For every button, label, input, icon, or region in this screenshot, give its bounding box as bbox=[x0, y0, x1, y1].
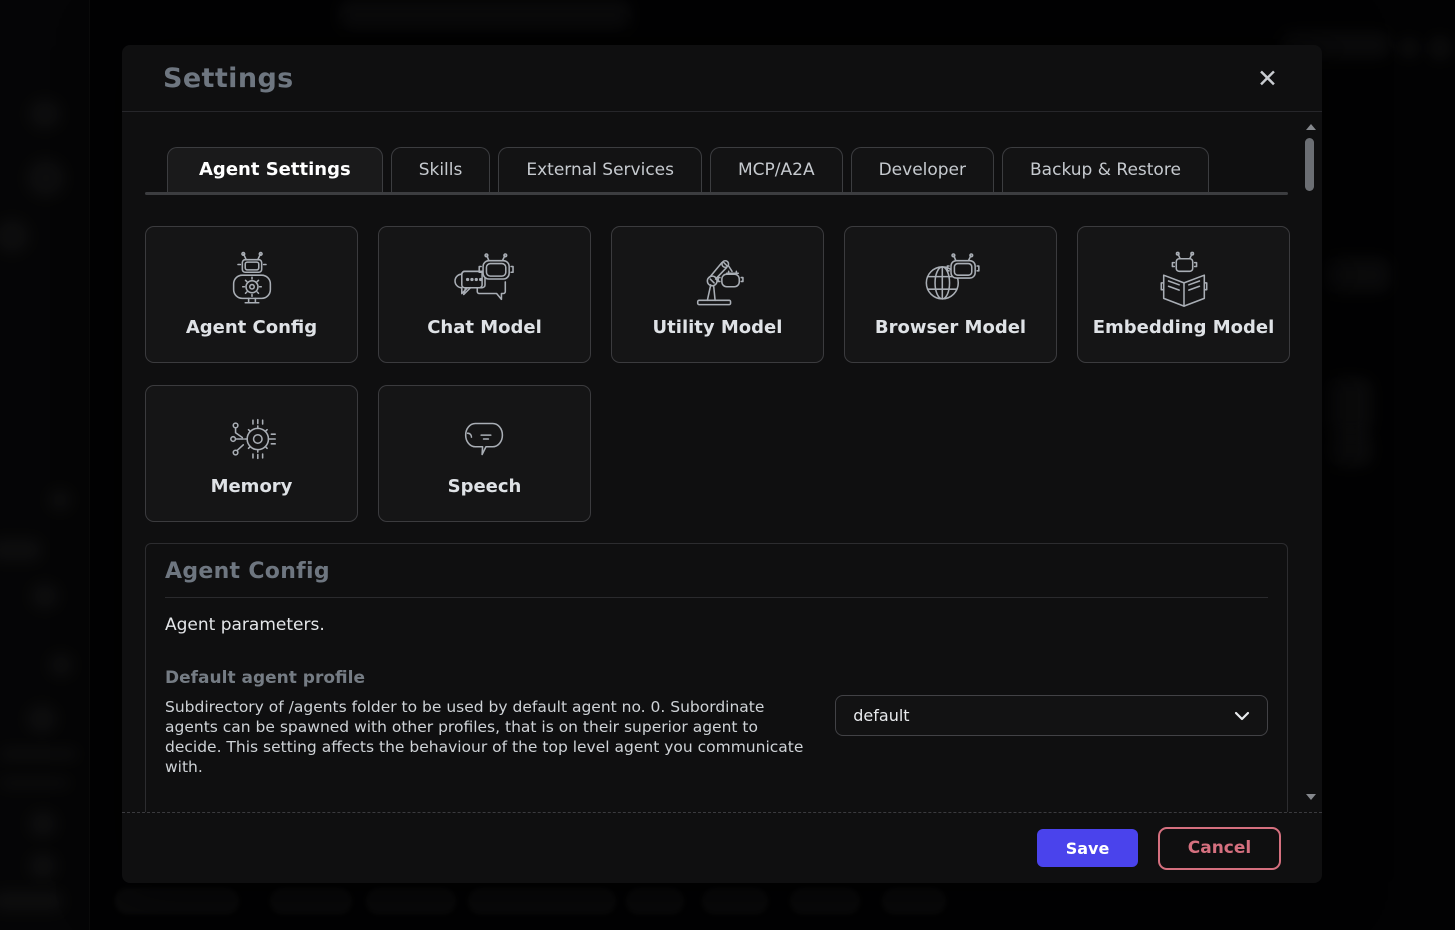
robot-arm-icon bbox=[687, 251, 749, 309]
section-title: Agent Config bbox=[165, 559, 1268, 584]
tab-bar: Agent Settings Skills External Services … bbox=[167, 147, 1288, 192]
card-label: Embedding Model bbox=[1093, 317, 1275, 338]
card-utility-model[interactable]: Utility Model bbox=[611, 226, 824, 363]
circuit-gear-icon bbox=[221, 410, 283, 468]
tab-skills[interactable]: Skills bbox=[391, 147, 491, 192]
modal-title: Settings bbox=[163, 63, 294, 94]
modal-footer: Save Cancel bbox=[122, 812, 1322, 883]
speech-bubble-icon bbox=[454, 410, 516, 468]
tab-bar-underline bbox=[145, 192, 1288, 195]
tab-mcp-a2a[interactable]: MCP/A2A bbox=[710, 147, 843, 192]
settings-modal: Settings ✕ Agent Settings Skills Externa… bbox=[122, 45, 1322, 883]
field-label: Default agent profile bbox=[165, 668, 805, 688]
card-memory[interactable]: Memory bbox=[145, 385, 358, 522]
robot-gear-icon bbox=[221, 251, 283, 309]
scroll-up-arrow-icon[interactable] bbox=[1306, 124, 1316, 130]
cancel-button[interactable]: Cancel bbox=[1158, 827, 1281, 870]
select-value: default bbox=[853, 706, 909, 725]
settings-card-grid: Agent Config bbox=[145, 226, 1288, 522]
scrollbar-thumb[interactable] bbox=[1305, 138, 1314, 191]
scroll-down-arrow-icon[interactable] bbox=[1306, 794, 1316, 800]
agent-config-section: Agent Config Agent parameters. Default a… bbox=[145, 543, 1288, 812]
chat-robot-icon bbox=[454, 251, 516, 309]
default-agent-profile-select[interactable]: default bbox=[835, 695, 1268, 736]
globe-robot-icon bbox=[920, 251, 982, 309]
modal-body: Agent Settings Skills External Services … bbox=[122, 112, 1322, 812]
card-label: Utility Model bbox=[653, 317, 783, 338]
tab-external-services[interactable]: External Services bbox=[498, 147, 702, 192]
tab-developer[interactable]: Developer bbox=[851, 147, 994, 192]
chevron-down-icon bbox=[1234, 706, 1250, 725]
default-agent-profile-field: Default agent profile Subdirectory of /a… bbox=[165, 668, 1268, 778]
modal-header: Settings ✕ bbox=[122, 45, 1322, 112]
tab-agent-settings[interactable]: Agent Settings bbox=[167, 147, 383, 192]
card-label: Speech bbox=[448, 476, 522, 497]
card-embedding-model[interactable]: Embedding Model bbox=[1077, 226, 1290, 363]
section-subtitle: Agent parameters. bbox=[165, 615, 1268, 635]
card-label: Browser Model bbox=[875, 317, 1026, 338]
card-chat-model[interactable]: Chat Model bbox=[378, 226, 591, 363]
save-button[interactable]: Save bbox=[1037, 829, 1138, 867]
book-robot-icon bbox=[1153, 251, 1215, 309]
close-icon[interactable]: ✕ bbox=[1253, 62, 1282, 95]
card-speech[interactable]: Speech bbox=[378, 385, 591, 522]
card-label: Chat Model bbox=[427, 317, 542, 338]
card-label: Agent Config bbox=[186, 317, 317, 338]
field-description: Subdirectory of /agents folder to be use… bbox=[165, 697, 805, 778]
modal-scrollbar[interactable] bbox=[1303, 116, 1317, 808]
card-browser-model[interactable]: Browser Model bbox=[844, 226, 1057, 363]
section-divider bbox=[165, 597, 1268, 598]
tab-backup-restore[interactable]: Backup & Restore bbox=[1002, 147, 1209, 192]
card-agent-config[interactable]: Agent Config bbox=[145, 226, 358, 363]
card-label: Memory bbox=[211, 476, 293, 497]
